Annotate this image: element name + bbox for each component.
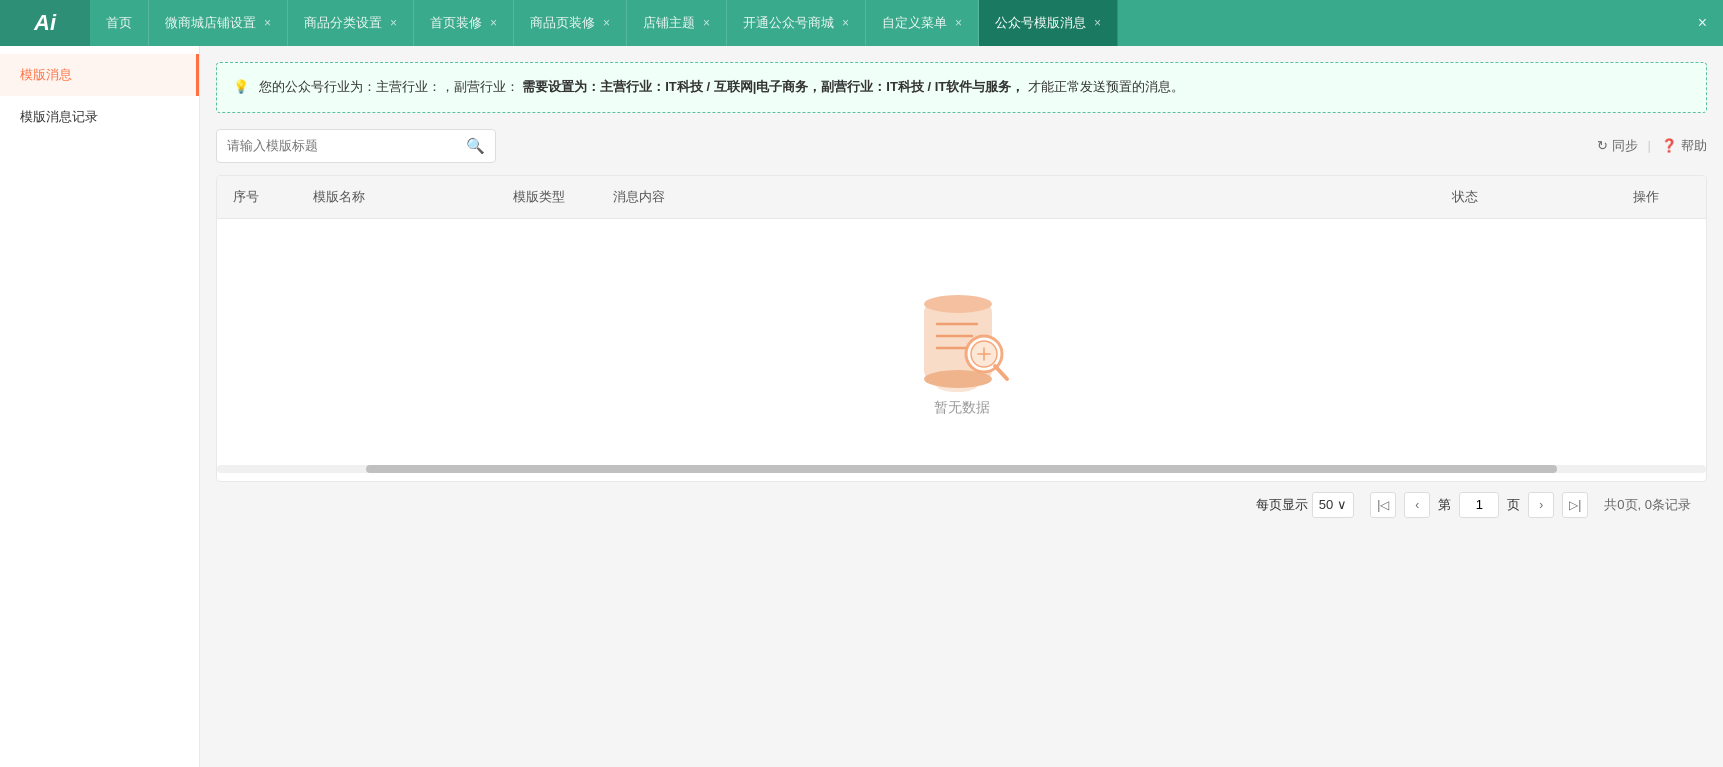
nav-tab-label: 公众号模版消息: [995, 14, 1086, 32]
svg-point-2: [924, 295, 992, 313]
nav-tab-label: 自定义菜单: [882, 14, 947, 32]
current-page-input[interactable]: [1459, 492, 1499, 518]
nav-tab-shop-theme[interactable]: 店铺主题 ×: [627, 0, 727, 46]
search-bar: 🔍 ↻ 同步 | ❓ 帮助: [216, 129, 1707, 163]
page-size-label: 每页显示: [1256, 496, 1308, 514]
nav-tab-label: 商品分类设置: [304, 14, 382, 32]
action-divider: |: [1648, 138, 1651, 153]
data-table: 序号 模版名称 模版类型 消息内容 状态 操作: [216, 175, 1707, 482]
col-name: 模版名称: [297, 176, 497, 218]
nav-tab-template-msg[interactable]: 公众号模版消息 ×: [979, 0, 1118, 46]
help-button[interactable]: ❓ 帮助: [1661, 137, 1707, 155]
tab-close-icon[interactable]: ×: [955, 16, 962, 30]
nav-tab-category-settings[interactable]: 商品分类设置 ×: [288, 0, 414, 46]
next-page-icon: ›: [1539, 498, 1543, 512]
tab-close-icon[interactable]: ×: [603, 16, 610, 30]
next-page-button[interactable]: ›: [1528, 492, 1554, 518]
sync-label: 同步: [1612, 137, 1638, 155]
tab-close-icon[interactable]: ×: [842, 16, 849, 30]
col-seq: 序号: [217, 176, 297, 218]
col-content: 消息内容: [597, 176, 1436, 218]
tab-close-icon[interactable]: ×: [703, 16, 710, 30]
sync-icon: ↻: [1597, 138, 1608, 153]
search-icon[interactable]: 🔍: [466, 137, 485, 155]
alert-highlight: 需要设置为：主营行业：IT科技 / 互联网|电子商务，副营行业：IT科技 / I…: [522, 79, 1024, 94]
first-page-icon: |◁: [1377, 498, 1389, 512]
empty-state: 暂无数据: [217, 219, 1706, 457]
first-page-button[interactable]: |◁: [1370, 492, 1396, 518]
nav-tab-label: 首页装修: [430, 14, 482, 32]
nav-tab-label: 商品页装修: [530, 14, 595, 32]
last-page-icon: ▷|: [1569, 498, 1581, 512]
tab-close-icon[interactable]: ×: [1094, 16, 1101, 30]
sidebar-item-template-msg[interactable]: 模版消息: [0, 54, 199, 96]
page-unit: 页: [1507, 496, 1520, 514]
page-size-chevron-icon: ∨: [1337, 497, 1347, 512]
total-info: 共0页, 0条记录: [1604, 496, 1691, 514]
alert-prefix: 您的公众号行业为：主营行业：，副营行业：: [259, 79, 519, 94]
alert-suffix: 才能正常发送预置的消息。: [1028, 79, 1184, 94]
nav-tab-custom-menu[interactable]: 自定义菜单 ×: [866, 0, 979, 46]
help-icon: ❓: [1661, 138, 1677, 153]
alert-icon: 💡: [233, 79, 249, 94]
nav-tab-label: 首页: [106, 14, 132, 32]
top-navigation: Ai 首页微商城店铺设置 ×商品分类设置 ×首页装修 ×商品页装修 ×店铺主题 …: [0, 0, 1723, 46]
nav-tab-shop-settings[interactable]: 微商城店铺设置 ×: [149, 0, 288, 46]
tab-close-icon[interactable]: ×: [490, 16, 497, 30]
page-size-select-box[interactable]: 50 ∨: [1312, 492, 1354, 518]
col-type: 模版类型: [497, 176, 597, 218]
nav-tab-label: 店铺主题: [643, 14, 695, 32]
nav-tab-list: 首页微商城店铺设置 ×商品分类设置 ×首页装修 ×商品页装修 ×店铺主题 ×开通…: [90, 0, 1682, 46]
content-area: 💡 您的公众号行业为：主营行业：，副营行业： 需要设置为：主营行业：IT科技 /…: [200, 46, 1723, 767]
page-word: 第: [1438, 496, 1451, 514]
table-header: 序号 模版名称 模版类型 消息内容 状态 操作: [217, 176, 1706, 219]
sidebar-item-template-msg-records[interactable]: 模版消息记录: [0, 96, 199, 138]
search-input-wrap[interactable]: 🔍: [216, 129, 496, 163]
nav-tab-label: 开通公众号商城: [743, 14, 834, 32]
search-actions: ↻ 同步 | ❓ 帮助: [1597, 137, 1707, 155]
page-size-value: 50: [1319, 497, 1333, 512]
empty-text: 暂无数据: [934, 399, 990, 417]
industry-alert: 💡 您的公众号行业为：主营行业：，副营行业： 需要设置为：主营行业：IT科技 /…: [216, 62, 1707, 113]
page-size-selector: 每页显示 50 ∨: [1256, 492, 1354, 518]
scroll-thumb[interactable]: [366, 465, 1557, 473]
empty-illustration: [902, 279, 1022, 399]
sidebar: 模版消息模版消息记录: [0, 46, 200, 767]
nav-tab-open-mall[interactable]: 开通公众号商城 ×: [727, 0, 866, 46]
horizontal-scrollbar[interactable]: [217, 465, 1706, 473]
last-page-button[interactable]: ▷|: [1562, 492, 1588, 518]
main-layout: 模版消息模版消息记录 💡 您的公众号行业为：主营行业：，副营行业： 需要设置为：…: [0, 46, 1723, 767]
prev-page-icon: ‹: [1415, 498, 1419, 512]
nav-tab-home[interactable]: 首页: [90, 0, 149, 46]
col-action: 操作: [1586, 176, 1706, 218]
tab-close-icon[interactable]: ×: [264, 16, 271, 30]
nav-tab-home-decor[interactable]: 首页装修 ×: [414, 0, 514, 46]
col-status: 状态: [1436, 176, 1586, 218]
sync-button[interactable]: ↻ 同步: [1597, 137, 1638, 155]
help-label: 帮助: [1681, 137, 1707, 155]
tab-close-icon[interactable]: ×: [390, 16, 397, 30]
svg-line-9: [995, 366, 1007, 379]
prev-page-button[interactable]: ‹: [1404, 492, 1430, 518]
nav-tab-product-decor[interactable]: 商品页装修 ×: [514, 0, 627, 46]
logo-text: Ai: [34, 10, 56, 36]
pagination: 每页显示 50 ∨ |◁ ‹ 第 页 › ▷| 共0页, 0条记录: [216, 482, 1707, 528]
nav-tab-label: 微商城店铺设置: [165, 14, 256, 32]
close-all-button[interactable]: ×: [1682, 0, 1723, 46]
app-logo: Ai: [0, 0, 90, 46]
search-input[interactable]: [227, 138, 466, 153]
